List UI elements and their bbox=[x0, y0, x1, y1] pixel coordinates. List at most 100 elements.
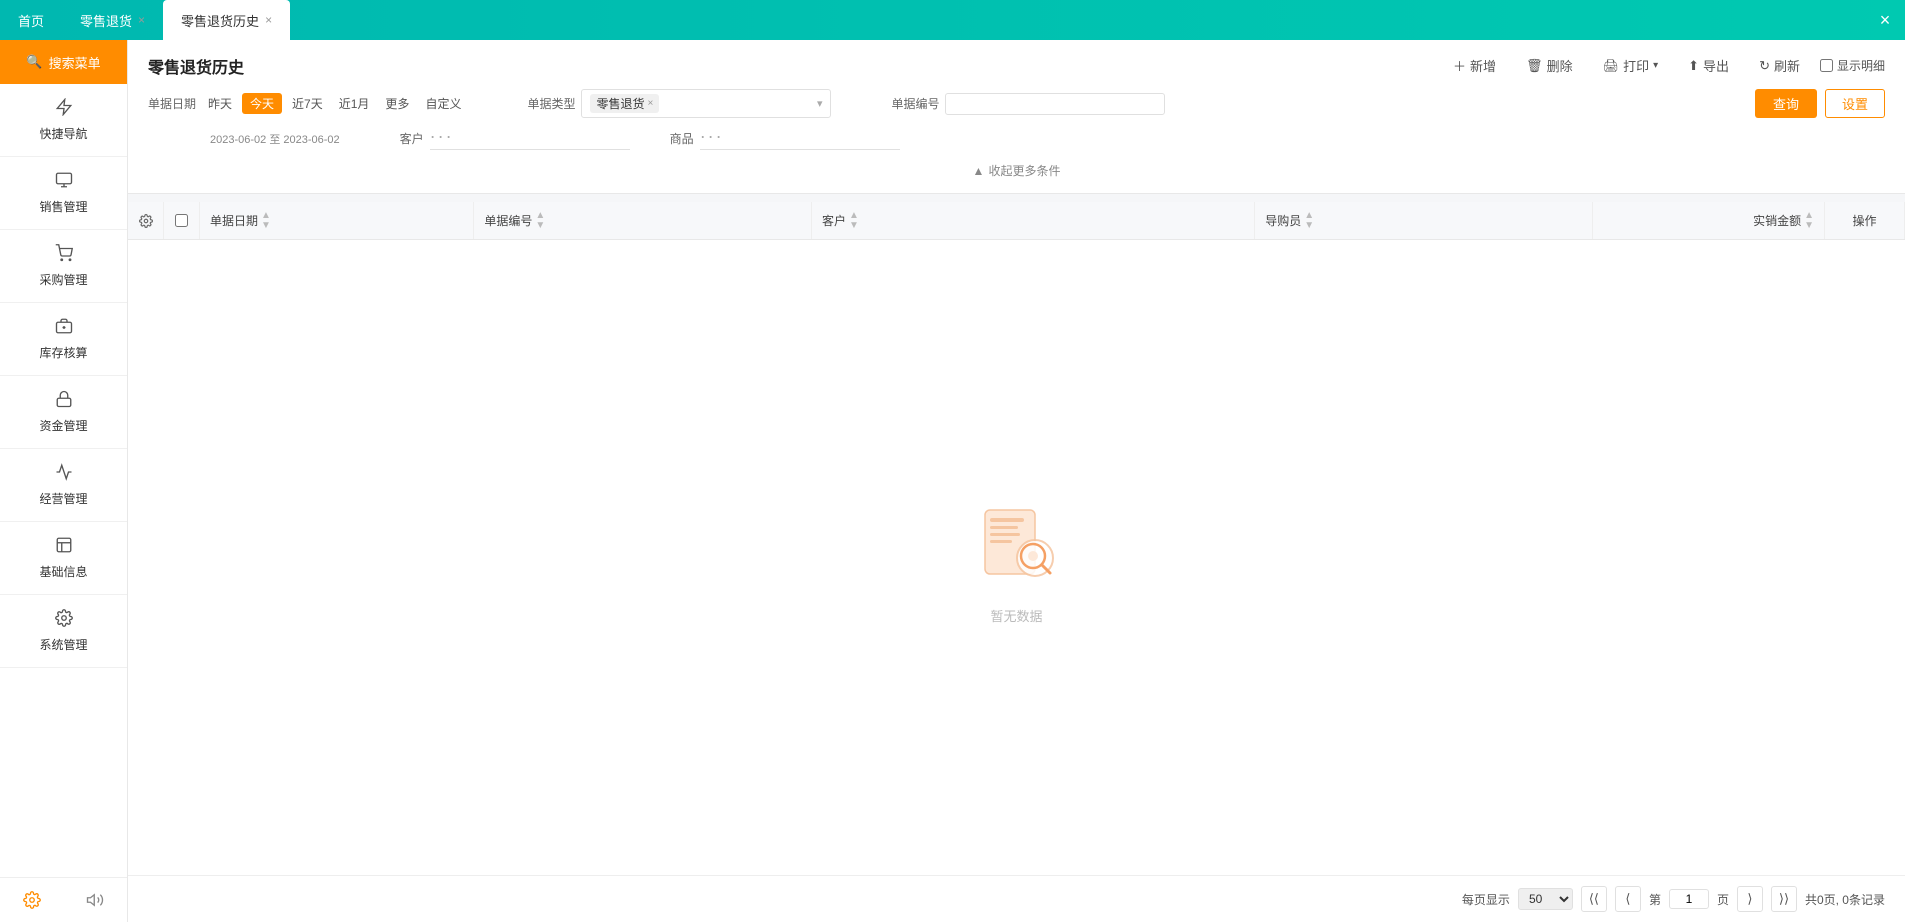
sidebar-item-operations[interactable]: 经营管理 bbox=[0, 449, 127, 522]
sidebar-item-base-info[interactable]: 基础信息 bbox=[0, 522, 127, 595]
page-title-row: 零售退货历史 ＋ 新增 🗑 删除 🖨 打印 ▾ bbox=[148, 52, 1885, 79]
customer-input[interactable]: ··· bbox=[430, 126, 630, 150]
total-label: 共0页, 0条记录 bbox=[1805, 891, 1885, 908]
tab-retail-return-history-close[interactable]: × bbox=[265, 13, 272, 27]
table-header: 单据日期 ▲▼ 单据编号 ▲▼ 客户 ▲▼ 导购员 ▲▼ 实销金额 ▲▼ bbox=[128, 202, 1905, 240]
empty-message: 暂无数据 bbox=[990, 606, 1042, 625]
tab-retail-return-history[interactable]: 零售退货历史 × bbox=[163, 0, 290, 40]
tab-home[interactable]: 首页 bbox=[0, 0, 62, 40]
sidebar-item-quick-nav[interactable]: 快捷导航 bbox=[0, 84, 127, 157]
th-customer[interactable]: 客户 ▲▼ bbox=[812, 202, 1255, 239]
sidebar-item-quick-nav-label: 快捷导航 bbox=[39, 125, 87, 142]
type-filter-label: 单据类型 bbox=[527, 95, 575, 112]
date-btn-yesterday[interactable]: 昨天 bbox=[202, 94, 238, 113]
page-size-select[interactable]: 10 20 50 100 bbox=[1518, 888, 1573, 910]
number-filter: 单据编号 bbox=[891, 93, 1165, 115]
print-button[interactable]: 🖨 打印 ▾ bbox=[1593, 52, 1669, 79]
collapse-button[interactable]: ▲ 收起更多条件 bbox=[973, 162, 1061, 179]
sidebar-item-purchase-mgmt[interactable]: 采购管理 bbox=[0, 230, 127, 303]
sidebar-settings-button[interactable] bbox=[0, 878, 64, 922]
sidebar: 🔍 搜索菜单 快捷导航 销售管理 采购管理 库存核算 bbox=[0, 40, 128, 922]
page-header: 零售退货历史 ＋ 新增 🗑 删除 🖨 打印 ▾ bbox=[128, 40, 1905, 194]
sidebar-item-sales-mgmt[interactable]: 销售管理 bbox=[0, 157, 127, 230]
print-icon: 🖨 bbox=[1603, 58, 1620, 74]
th-action-label: 操作 bbox=[1852, 212, 1876, 229]
page-number-input[interactable] bbox=[1669, 889, 1709, 909]
sales-mgmt-icon bbox=[55, 171, 73, 194]
sidebar-search[interactable]: 🔍 搜索菜单 bbox=[0, 40, 127, 84]
page-first-button[interactable]: ⟨⟨ bbox=[1581, 886, 1607, 912]
add-label: 新增 bbox=[1470, 56, 1496, 75]
pagination: 每页显示 10 20 50 100 ⟨⟨ ⟨ 第 页 ⟩ ⟩⟩ 共0页, 0条记… bbox=[128, 875, 1905, 922]
show-detail-checkbox-label[interactable]: 显示明细 bbox=[1820, 57, 1885, 74]
sidebar-item-purchase-mgmt-label: 采购管理 bbox=[39, 271, 87, 288]
date-range-text: 2023-06-02 至 2023-06-02 bbox=[210, 131, 340, 147]
th-guide-sort-icon: ▲▼ bbox=[1304, 211, 1314, 231]
page-last-button[interactable]: ⟩⟩ bbox=[1771, 886, 1797, 912]
sidebar-item-finance[interactable]: 资金管理 bbox=[0, 376, 127, 449]
export-button[interactable]: ⬆ 导出 bbox=[1678, 52, 1739, 79]
date-btn-more[interactable]: 更多 bbox=[379, 94, 415, 113]
th-number[interactable]: 单据编号 ▲▼ bbox=[474, 202, 812, 239]
th-amount-sort-icon: ▲▼ bbox=[1804, 211, 1814, 231]
page-prev-button[interactable]: ⟨ bbox=[1615, 886, 1641, 912]
window-close-button[interactable]: × bbox=[1865, 0, 1905, 40]
page-next-button[interactable]: ⟩ bbox=[1737, 886, 1763, 912]
th-number-sort-icon: ▲▼ bbox=[535, 211, 545, 231]
th-check[interactable] bbox=[164, 202, 200, 239]
add-icon: ＋ bbox=[1453, 56, 1466, 75]
setting-button[interactable]: 设置 bbox=[1825, 89, 1885, 118]
th-action: 操作 bbox=[1825, 202, 1905, 239]
delete-button[interactable]: 🗑 删除 bbox=[1516, 52, 1583, 79]
show-detail-checkbox[interactable] bbox=[1820, 59, 1833, 72]
date-btn-1month[interactable]: 近1月 bbox=[333, 94, 376, 113]
finance-icon bbox=[55, 390, 73, 413]
th-setting[interactable] bbox=[128, 202, 164, 239]
number-input[interactable] bbox=[945, 93, 1165, 115]
page-unit: 页 bbox=[1717, 891, 1729, 908]
operations-icon bbox=[55, 463, 73, 486]
print-dropdown-icon: ▾ bbox=[1653, 60, 1658, 71]
type-select[interactable]: 零售退货 × ▾ bbox=[581, 89, 831, 118]
th-customer-sort-icon: ▲▼ bbox=[849, 211, 859, 231]
query-button[interactable]: 查询 bbox=[1755, 89, 1817, 118]
date-filter-label: 单据日期 bbox=[148, 95, 196, 112]
table-area: 单据日期 ▲▼ 单据编号 ▲▼ 客户 ▲▼ 导购员 ▲▼ 实销金额 ▲▼ bbox=[128, 202, 1905, 875]
customer-filter-label: 客户 bbox=[400, 130, 424, 147]
customer-filter: 客户 ··· bbox=[400, 126, 630, 150]
th-guide[interactable]: 导购员 ▲▼ bbox=[1255, 202, 1593, 239]
sidebar-item-inventory[interactable]: 库存核算 bbox=[0, 303, 127, 376]
main-layout: 🔍 搜索菜单 快捷导航 销售管理 采购管理 库存核算 bbox=[0, 40, 1905, 922]
select-all-checkbox[interactable] bbox=[175, 214, 188, 227]
type-select-tag-close[interactable]: × bbox=[647, 98, 653, 109]
tab-retail-return[interactable]: 零售退货 × bbox=[62, 0, 163, 40]
date-btn-custom[interactable]: 自定义 bbox=[419, 94, 467, 113]
search-icon: 🔍 bbox=[26, 54, 42, 70]
sidebar-audio-button[interactable] bbox=[64, 878, 128, 922]
date-btn-7days[interactable]: 近7天 bbox=[286, 94, 329, 113]
goods-input[interactable]: ··· bbox=[700, 126, 900, 150]
th-customer-label: 客户 bbox=[822, 212, 846, 229]
sidebar-bottom bbox=[0, 877, 127, 922]
date-filter: 单据日期 昨天 今天 近7天 近1月 更多 自定义 bbox=[148, 93, 467, 114]
filter-area: 单据日期 昨天 今天 近7天 近1月 更多 自定义 单据类型 bbox=[148, 89, 1885, 193]
th-guide-label: 导购员 bbox=[1265, 212, 1301, 229]
sidebar-item-system-mgmt-label: 系统管理 bbox=[39, 636, 87, 653]
refresh-label: 刷新 bbox=[1774, 56, 1800, 75]
main-content: 零售退货历史 ＋ 新增 🗑 删除 🖨 打印 ▾ bbox=[128, 40, 1905, 922]
tab-retail-return-history-label: 零售退货历史 bbox=[181, 11, 259, 30]
th-date-label: 单据日期 bbox=[210, 212, 258, 229]
date-btn-today[interactable]: 今天 bbox=[242, 93, 282, 114]
page-label: 第 bbox=[1649, 891, 1661, 908]
add-button[interactable]: ＋ 新增 bbox=[1443, 52, 1506, 79]
print-label: 打印 bbox=[1623, 56, 1649, 75]
empty-state: 暂无数据 bbox=[128, 240, 1905, 875]
th-amount[interactable]: 实销金额 ▲▼ bbox=[1593, 202, 1825, 239]
export-icon: ⬆ bbox=[1688, 58, 1699, 74]
sidebar-item-system-mgmt[interactable]: 系统管理 bbox=[0, 595, 127, 668]
th-date[interactable]: 单据日期 ▲▼ bbox=[200, 202, 474, 239]
date-buttons: 昨天 今天 近7天 近1月 更多 自定义 bbox=[202, 93, 467, 114]
toolbar: ＋ 新增 🗑 删除 🖨 打印 ▾ ⬆ 导出 bbox=[1443, 52, 1885, 79]
refresh-button[interactable]: ↻ 刷新 bbox=[1749, 52, 1810, 79]
tab-retail-return-close[interactable]: × bbox=[138, 13, 145, 27]
